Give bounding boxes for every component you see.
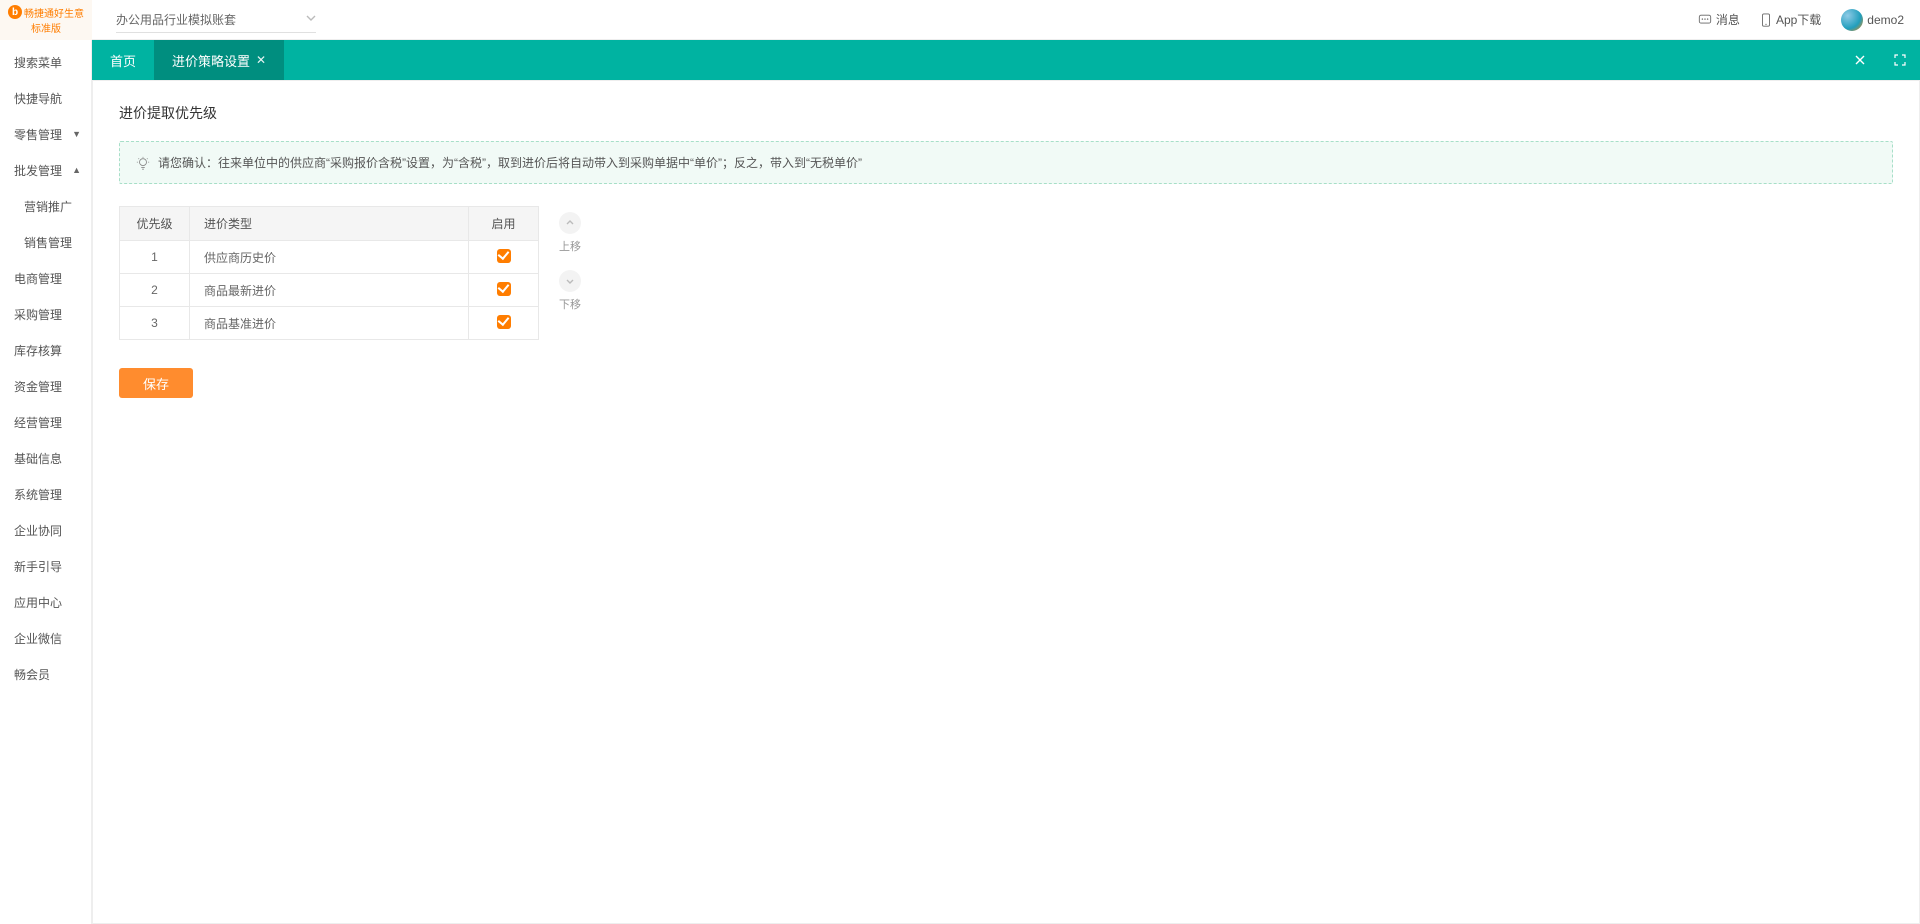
sidebar-item-label: 畅会员 [14, 666, 50, 683]
sidebar-item-1[interactable]: 快捷导航 [0, 80, 91, 116]
tip-box: 请您确认：往来单位中的供应商“采购报价含税”设置，为“含税”，取到进价后将自动带… [119, 141, 1893, 184]
tab-home-label: 首页 [110, 51, 136, 70]
sidebar-item-11[interactable]: 企业协同 [0, 512, 91, 548]
lightbulb-icon [136, 155, 150, 170]
sidebar-item-5[interactable]: 采购管理 [0, 296, 91, 332]
table-row[interactable]: 3商品基准进价 [120, 307, 539, 340]
sidebar-item-label: 资金管理 [14, 378, 62, 395]
brand-edition: 标准版 [31, 20, 61, 35]
save-button[interactable]: 保存 [119, 368, 193, 398]
sidebar-item-label: 采购管理 [14, 306, 62, 323]
caret-down-icon: ▼ [72, 129, 81, 139]
checkbox-enable[interactable] [497, 249, 511, 263]
sidebar-item-10[interactable]: 系统管理 [0, 476, 91, 512]
logo: b 畅捷通好生意 标准版 [0, 0, 92, 40]
tab-price-strategy-label: 进价策略设置 [172, 51, 250, 70]
messages-button[interactable]: 消息 [1698, 11, 1740, 28]
sidebar-item-label: 经营管理 [14, 414, 62, 431]
sidebar-item-label: 零售管理 [14, 126, 62, 143]
page-title: 进价提取优先级 [119, 103, 1893, 123]
cell-type: 商品基准进价 [190, 307, 469, 340]
sidebar-item-15[interactable]: 畅会员 [0, 656, 91, 692]
avatar [1841, 9, 1863, 31]
close-icon[interactable]: ✕ [256, 53, 266, 67]
tab-home[interactable]: 首页 [92, 40, 154, 80]
username: demo2 [1867, 13, 1904, 27]
move-down-button[interactable] [559, 270, 581, 292]
sidebar-item-13[interactable]: 应用中心 [0, 584, 91, 620]
user-menu[interactable]: demo2 [1841, 9, 1904, 31]
sidebar-subitem-3-0[interactable]: 营销推广 [0, 188, 91, 224]
sidebar-item-label: 系统管理 [14, 486, 62, 503]
sidebar-item-label: 新手引导 [14, 558, 62, 575]
cell-priority: 3 [120, 307, 190, 340]
sidebar-item-0[interactable]: 搜索菜单 [0, 44, 91, 80]
sidebar-item-label: 搜索菜单 [14, 54, 62, 71]
tip-text: 请您确认：往来单位中的供应商“采购报价含税”设置，为“含税”，取到进价后将自动带… [158, 154, 862, 171]
sidebar-item-label: 快捷导航 [14, 90, 62, 107]
phone-icon [1760, 12, 1772, 27]
fullscreen-button[interactable] [1880, 40, 1920, 80]
tab-price-strategy[interactable]: 进价策略设置 ✕ [154, 40, 284, 80]
sidebar-item-label: 应用中心 [14, 594, 62, 611]
content: 进价提取优先级 请您确认：往来单位中的供应商“采购报价含税”设置，为“含税”，取… [92, 80, 1920, 924]
sidebar-item-2[interactable]: 零售管理 ▼ [0, 116, 91, 152]
cell-type: 商品最新进价 [190, 274, 469, 307]
sidebar-item-label: 库存核算 [14, 342, 62, 359]
brand-name: 畅捷通好生意 [24, 5, 84, 20]
move-up-button[interactable] [559, 212, 581, 234]
cell-priority: 2 [120, 274, 190, 307]
sidebar-item-label: 销售管理 [24, 234, 72, 251]
top-header: b 畅捷通好生意 标准版 办公用品行业模拟账套 消息 App下载 demo2 [0, 0, 1920, 40]
cell-enable [469, 274, 539, 307]
table-row[interactable]: 1供应商历史价 [120, 241, 539, 274]
caret-up-icon: ▲ [72, 165, 81, 175]
sidebar-item-7[interactable]: 资金管理 [0, 368, 91, 404]
move-down-label: 下移 [559, 296, 581, 312]
th-priority: 优先级 [120, 207, 190, 241]
priority-table: 优先级 进价类型 启用 1供应商历史价2商品最新进价3商品基准进价 [119, 206, 539, 340]
sidebar-item-label: 批发管理 [14, 162, 62, 179]
sidebar-item-9[interactable]: 基础信息 [0, 440, 91, 476]
sidebar: 搜索菜单快捷导航零售管理 ▼ 批发管理 ▲ 营销推广销售管理电商管理采购管理库存核算资金… [0, 40, 92, 924]
sidebar-item-3[interactable]: 批发管理 ▲ [0, 152, 91, 188]
checkbox-enable[interactable] [497, 315, 511, 329]
sidebar-item-8[interactable]: 经营管理 [0, 404, 91, 440]
sidebar-item-14[interactable]: 企业微信 [0, 620, 91, 656]
cell-type: 供应商历史价 [190, 241, 469, 274]
account-selector[interactable]: 办公用品行业模拟账套 [116, 7, 316, 33]
sidebar-item-label: 电商管理 [14, 270, 62, 287]
sidebar-subitem-3-1[interactable]: 销售管理 [0, 224, 91, 260]
sidebar-item-12[interactable]: 新手引导 [0, 548, 91, 584]
sidebar-item-label: 基础信息 [14, 450, 62, 467]
sidebar-item-label: 营销推广 [24, 198, 72, 215]
sidebar-item-label: 企业协同 [14, 522, 62, 539]
cell-priority: 1 [120, 241, 190, 274]
checkbox-enable[interactable] [497, 282, 511, 296]
logo-icon: b [8, 5, 22, 19]
sidebar-item-label: 企业微信 [14, 630, 62, 647]
account-selector-value: 办公用品行业模拟账套 [116, 13, 236, 27]
tabbar: 首页 进价策略设置 ✕ [92, 40, 1920, 80]
cell-enable [469, 241, 539, 274]
th-type: 进价类型 [190, 207, 469, 241]
app-download-label: App下载 [1776, 11, 1821, 28]
chevron-down-icon [306, 11, 316, 25]
table-row[interactable]: 2商品最新进价 [120, 274, 539, 307]
message-icon [1698, 12, 1712, 27]
sidebar-item-4[interactable]: 电商管理 [0, 260, 91, 296]
app-download-button[interactable]: App下载 [1760, 11, 1821, 28]
sidebar-item-6[interactable]: 库存核算 [0, 332, 91, 368]
th-enable: 启用 [469, 207, 539, 241]
cell-enable [469, 307, 539, 340]
move-up-label: 上移 [559, 238, 581, 254]
close-all-tabs-button[interactable] [1840, 40, 1880, 80]
messages-label: 消息 [1716, 11, 1740, 28]
